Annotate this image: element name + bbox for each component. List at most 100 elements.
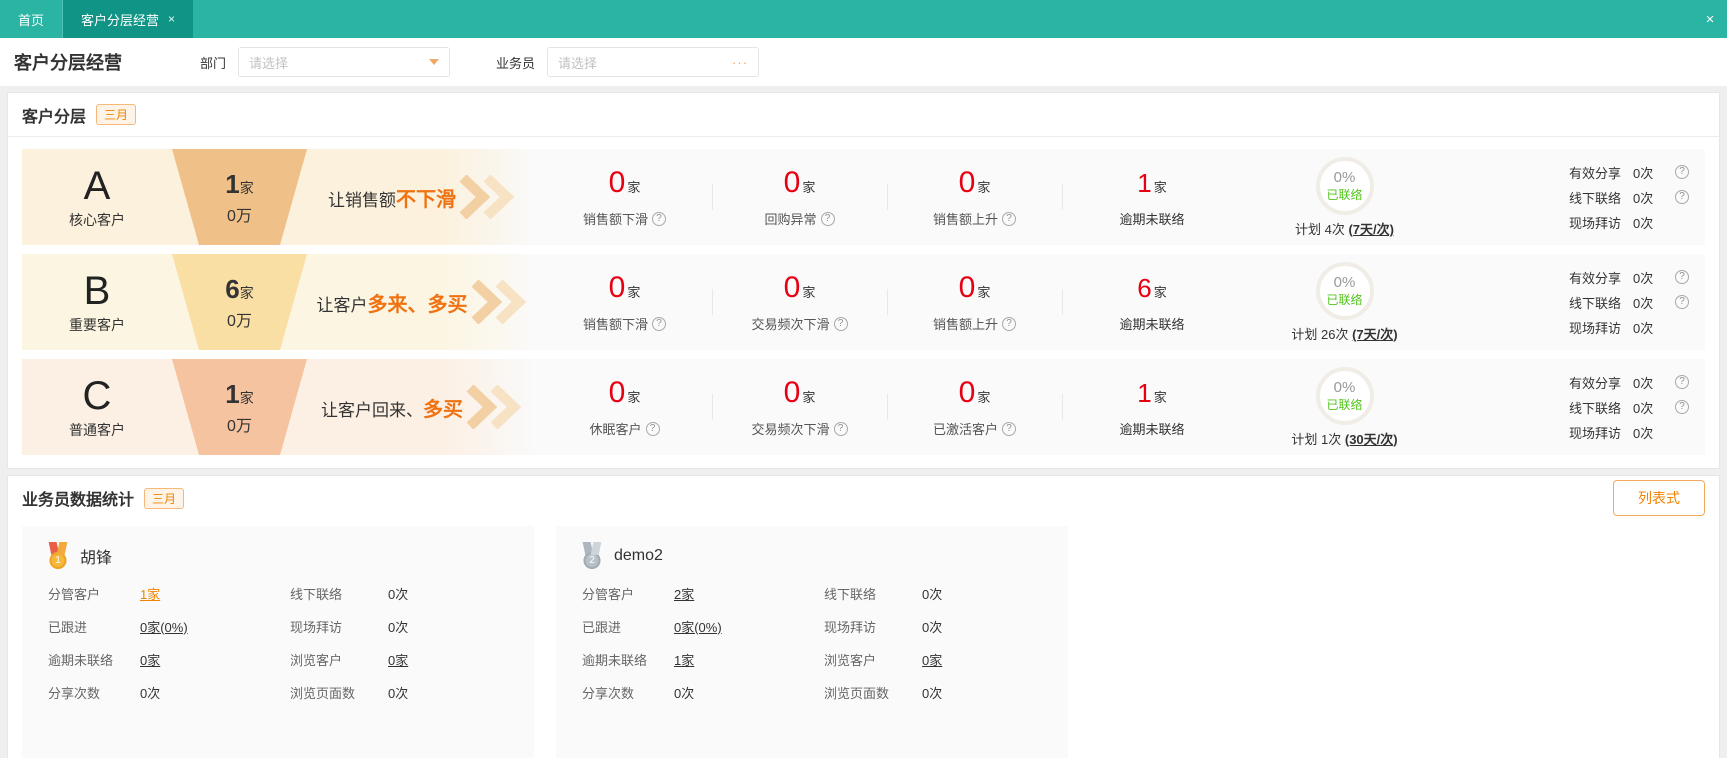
stat-value-link[interactable]: 0家 (388, 650, 508, 669)
tab-customer-tiering[interactable]: 客户分层经营 × (63, 0, 194, 38)
tab-label: 客户分层经营 (81, 12, 160, 28)
stat-label: 浏览页面数 (824, 686, 890, 701)
salesman-select[interactable]: 请选择 ··· (547, 47, 760, 77)
stat-unit: 家 (977, 285, 991, 300)
stat-unit: 家 (802, 390, 816, 405)
stat-value-link[interactable]: 2家 (674, 584, 824, 603)
tab-home-label: 首页 (18, 12, 45, 28)
stat-label-text: 逾期未联络 (1119, 422, 1185, 437)
salesman-card: 2 demo2 分管客户 2家 线下联络 0次 已跟进 0家(0%) 现场拜访 0次 逾… (556, 526, 1068, 758)
slogan-plain: 让客户 (316, 295, 368, 315)
help-icon[interactable]: ? (652, 316, 666, 331)
silver-medal-icon: 2 (582, 542, 602, 569)
contact-plan: 计划 4次 (7天/次) (1242, 219, 1447, 238)
salesman-stat-grid: 分管客户 2家 线下联络 0次 已跟进 0家(0%) 现场拜访 0次 逾期未联络 1家 浏… (582, 584, 1042, 702)
stat-value: 0次 (922, 686, 943, 701)
stat-number: 0家 (537, 166, 712, 205)
tab-close-icon[interactable]: × (168, 12, 175, 26)
stat-overdue-contact: 1家 逾期未联络 (1062, 376, 1242, 438)
chevron-down-icon (429, 59, 440, 65)
plan-text: 计划 26次 (1291, 326, 1353, 342)
tier-identity: B 重要客户 (22, 269, 172, 335)
stat-value-link[interactable]: 1家 (140, 584, 290, 603)
progress-percent: 0% (1333, 168, 1356, 186)
stat-label: 休眠客户? (537, 419, 712, 438)
stat-value: 6 (1137, 273, 1152, 303)
mini-label: 有效分享 (1569, 165, 1622, 181)
stat-label-text: 销售额上升 (932, 212, 998, 227)
arrow-right-icon (459, 175, 515, 219)
tier-slogan: 让销售额不下滑 (307, 175, 537, 219)
stat-value: 0 (958, 271, 976, 304)
help-icon[interactable]: ? (645, 421, 660, 436)
help-icon[interactable]: ? (1675, 295, 1689, 309)
salesman-placeholder: 请选择 (558, 55, 598, 71)
ellipsis-icon: ··· (732, 54, 749, 70)
help-icon[interactable]: ? (820, 211, 835, 226)
progress-percent: 0% (1333, 273, 1356, 291)
help-icon[interactable]: ? (1675, 375, 1689, 389)
list-view-button[interactable]: 列表式 (1613, 480, 1705, 516)
stat-label: 浏览页面数 (290, 686, 356, 701)
help-icon[interactable]: ? (1002, 316, 1016, 331)
stat-number: 6家 (1062, 271, 1242, 310)
stat-frequency-decline: 0家 交易频次下滑? (712, 271, 887, 333)
stat-value: 0 (958, 166, 976, 199)
stat-label: 交易频次下滑? (712, 419, 887, 438)
stat-value-link[interactable]: 0家(0%) (674, 617, 824, 636)
stat-value-link[interactable]: 0家(0%) (140, 617, 290, 636)
mini-label: 有效分享 (1569, 270, 1622, 286)
tier-identity: C 普通客户 (22, 374, 172, 440)
help-icon[interactable]: ? (1675, 400, 1689, 414)
stat-value: 0 (783, 166, 801, 199)
slogan-text: 让客户回来、多买 (321, 393, 463, 422)
plan-text: 计划 1次 (1291, 431, 1345, 447)
mini-value: 0次 (1633, 270, 1654, 286)
mini-stats: 有效分享 0次? 线下联络 0次? 现场拜访 0次 (1447, 268, 1705, 337)
stat-label: 已跟进 (48, 620, 88, 635)
stat-number: 0家 (887, 271, 1062, 310)
plan-frequency-link[interactable]: (7天/次) (1348, 222, 1394, 237)
tier-count: 6家 (225, 274, 253, 305)
help-icon[interactable]: ? (833, 316, 848, 331)
tab-home[interactable]: 首页 (0, 0, 64, 38)
help-icon[interactable]: ? (1675, 165, 1689, 179)
help-icon[interactable]: ? (652, 211, 666, 226)
plan-frequency-link[interactable]: (7天/次) (1352, 327, 1398, 342)
tier-rows: A 核心客户 1家 0万 让销售额不下滑 0家 销售额下滑? 0家 回购异常? … (8, 137, 1719, 468)
salesman-card-header: 2 demo2 (582, 542, 1042, 569)
slogan-text: 让销售额不下滑 (328, 183, 456, 212)
stat-unit: 家 (1153, 285, 1167, 300)
department-select[interactable]: 请选择 (238, 47, 451, 77)
arrow-right-icon (466, 385, 522, 429)
help-icon[interactable]: ? (1675, 190, 1689, 204)
customer-tier-panel: 客户分层 三月 A 核心客户 1家 0万 让销售额不下滑 0家 销售额下滑? 0… (7, 92, 1720, 469)
mini-label: 有效分享 (1569, 375, 1622, 391)
stat-value: 0次 (388, 686, 409, 701)
help-icon[interactable]: ? (1002, 421, 1016, 436)
tier-funnel: 1家 0万 (172, 359, 307, 455)
tier-count-value: 1 (225, 378, 240, 409)
slogan-text: 让客户多来、多买 (317, 288, 468, 317)
stat-value: 0 (783, 376, 801, 409)
tier-slogan: 让客户多来、多买 (307, 280, 537, 324)
mini-value: 0次 (1633, 190, 1654, 206)
stat-label: 浏览客户 (290, 653, 343, 668)
contact-progress: 0% 已联络 计划 4次 (7天/次) (1242, 156, 1447, 238)
progress-status: 已联络 (1326, 292, 1363, 307)
stat-value-link[interactable]: 0家 (922, 650, 1042, 669)
close-icon[interactable]: × (1693, 0, 1727, 38)
stat-value-link[interactable]: 0家 (140, 650, 290, 669)
plan-frequency-link[interactable]: (30天/次) (1345, 432, 1398, 447)
help-icon[interactable]: ? (1002, 211, 1016, 226)
help-icon[interactable]: ? (833, 421, 848, 436)
mini-stats: 有效分享 0次? 线下联络 0次? 现场拜访 0次 (1447, 373, 1705, 442)
stat-unit: 家 (802, 285, 816, 300)
stat-value-link[interactable]: 1家 (674, 650, 824, 669)
stat-label-text: 已激活客户 (932, 422, 998, 437)
stat-label: 逾期未联络 (1062, 314, 1242, 333)
mini-stat-site-visit: 现场拜访 0次 (1569, 318, 1691, 337)
stat-number: 0家 (887, 166, 1062, 205)
help-icon[interactable]: ? (1675, 270, 1689, 284)
stat-sales-decline: 0家 销售额下滑? (537, 166, 712, 228)
